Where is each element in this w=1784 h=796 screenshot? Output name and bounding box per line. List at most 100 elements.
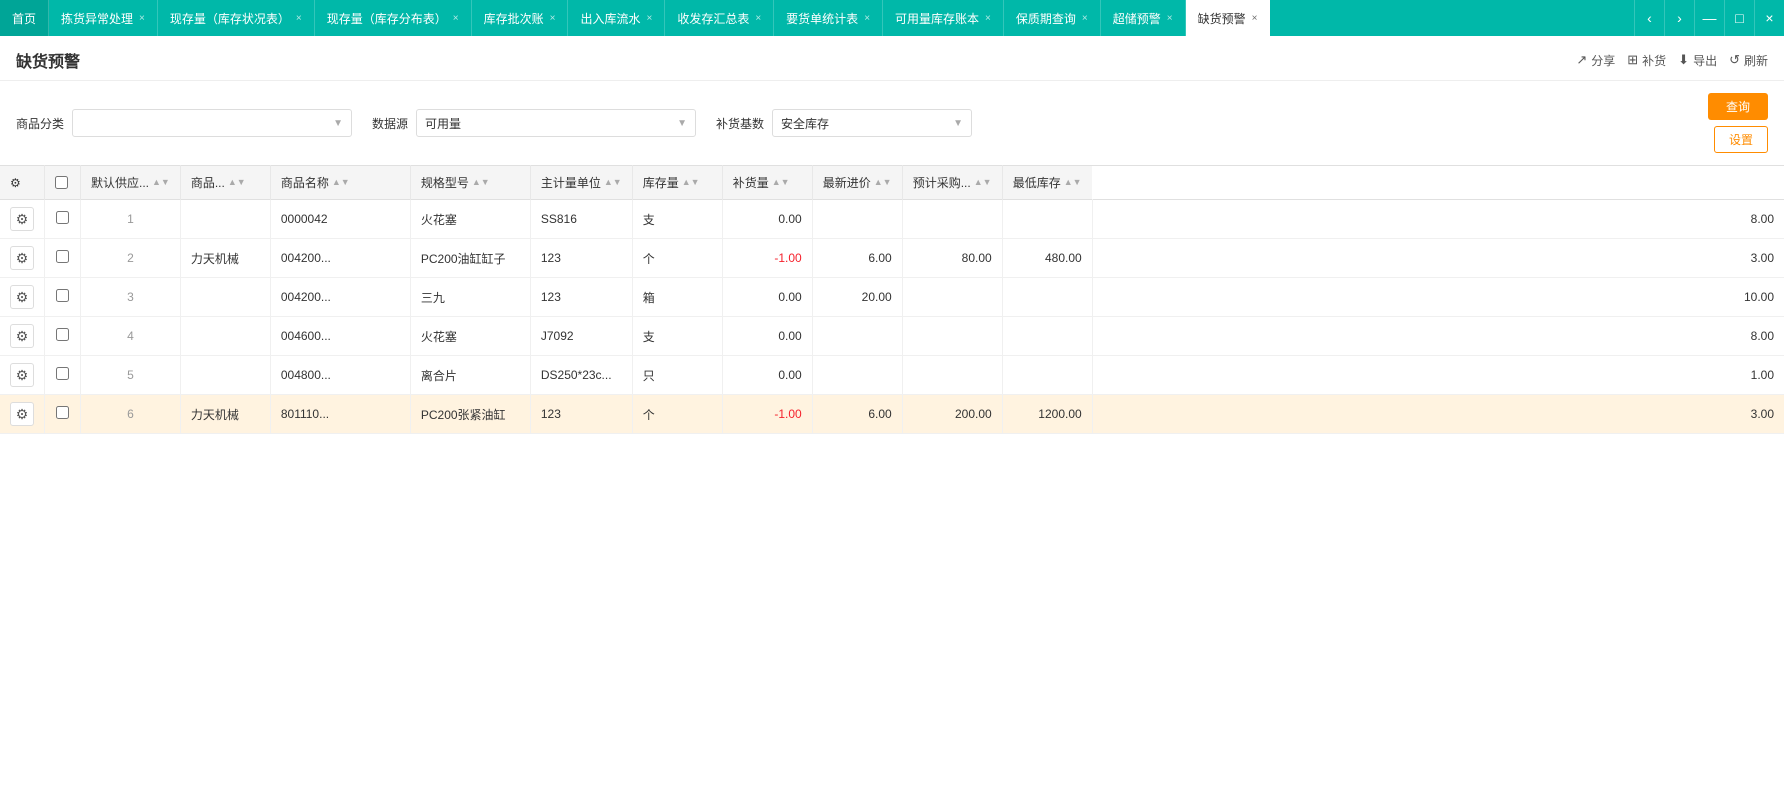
- spec-sort-icon[interactable]: ▲▼: [472, 178, 490, 187]
- nav-available-ledger[interactable]: 可用量库存账本 ×: [883, 0, 1004, 36]
- nav-home-label: 首页: [12, 10, 36, 27]
- nav-overstock-warning[interactable]: 超储预警 ×: [1101, 0, 1186, 36]
- row-est-purchase: 480.00: [1002, 239, 1092, 278]
- nav-abnormal[interactable]: 拣货异常处理 ×: [49, 0, 158, 36]
- page-header: 缺货预警 ↗ 分享 ⊞ 补货 ⬇ 导出 ↺ 刷新: [0, 36, 1784, 81]
- th-restock-qty[interactable]: 补货量 ▲▼: [722, 166, 812, 200]
- restock-qty-sort-icon[interactable]: ▲▼: [772, 178, 790, 187]
- goods-code-sort-icon[interactable]: ▲▼: [228, 178, 246, 187]
- th-goods-code[interactable]: 商品... ▲▼: [180, 166, 270, 200]
- row-checkbox-cell: [45, 200, 81, 239]
- th-supplier[interactable]: 默认供应... ▲▼: [81, 166, 181, 200]
- row-goods-name: 三九: [410, 278, 530, 317]
- replenishment-select[interactable]: 安全库存 ▼: [772, 109, 972, 137]
- th-spec[interactable]: 规格型号 ▲▼: [410, 166, 530, 200]
- row-goods-code: 0000042: [270, 200, 410, 239]
- stock-qty-sort-icon[interactable]: ▲▼: [682, 178, 700, 187]
- nav-available-ledger-close[interactable]: ×: [985, 13, 991, 24]
- row-checkbox[interactable]: [56, 289, 69, 302]
- row-unit: 箱: [632, 278, 722, 317]
- th-goods-name[interactable]: 商品名称 ▲▼: [270, 166, 410, 200]
- nav-prev-button[interactable]: ‹: [1634, 0, 1664, 36]
- nav-home[interactable]: 首页: [0, 0, 49, 36]
- row-checkbox-cell: [45, 395, 81, 434]
- nav-in-out-flow-close[interactable]: ×: [646, 13, 652, 24]
- th-unit[interactable]: 主计量单位 ▲▼: [530, 166, 632, 200]
- row-gear-icon[interactable]: ⚙: [10, 402, 34, 426]
- nav-inventory-status-close[interactable]: ×: [296, 13, 302, 24]
- unit-sort-icon[interactable]: ▲▼: [604, 178, 622, 187]
- nav-next-button[interactable]: ›: [1664, 0, 1694, 36]
- row-goods-code: 004200...: [270, 239, 410, 278]
- nav-recv-summary[interactable]: 收发存汇总表 ×: [665, 0, 774, 36]
- nav-abnormal-close[interactable]: ×: [139, 13, 145, 24]
- nav-order-stats-close[interactable]: ×: [864, 13, 870, 24]
- nav-expiry-query-close[interactable]: ×: [1082, 13, 1088, 24]
- query-button[interactable]: 查询: [1708, 93, 1768, 120]
- share-button[interactable]: ↗ 分享: [1576, 52, 1615, 69]
- table-container: ⚙ 默认供应... ▲▼: [0, 165, 1784, 434]
- restock-button[interactable]: ⊞ 补货: [1627, 52, 1666, 69]
- row-spec: 123: [530, 395, 632, 434]
- row-checkbox[interactable]: [56, 367, 69, 380]
- th-latest-price[interactable]: 最新进价 ▲▼: [812, 166, 902, 200]
- nav-in-out-flow[interactable]: 出入库流水 ×: [568, 0, 665, 36]
- nav-minimize-button[interactable]: —: [1694, 0, 1724, 36]
- datasource-select-arrow: ▼: [677, 118, 687, 129]
- th-restock-qty-label: 补货量: [733, 174, 769, 191]
- category-select[interactable]: ▼: [72, 109, 352, 137]
- row-num: 5: [81, 356, 181, 395]
- row-latest-price: [902, 317, 1002, 356]
- row-gear-icon[interactable]: ⚙: [10, 285, 34, 309]
- nav-inventory-dist[interactable]: 现存量（库存分布表） ×: [315, 0, 472, 36]
- nav-expiry-query-label: 保质期查询: [1016, 10, 1076, 27]
- datasource-select[interactable]: 可用量 ▼: [416, 109, 696, 137]
- nav-recv-summary-close[interactable]: ×: [755, 13, 761, 24]
- est-purchase-sort-icon[interactable]: ▲▼: [974, 178, 992, 187]
- supplier-sort-icon[interactable]: ▲▼: [152, 178, 170, 187]
- data-table: ⚙ 默认供应... ▲▼: [0, 165, 1784, 434]
- row-checkbox[interactable]: [56, 328, 69, 341]
- category-filter-label: 商品分类: [16, 115, 64, 132]
- nav-close-button[interactable]: ×: [1754, 0, 1784, 36]
- row-est-purchase: 1200.00: [1002, 395, 1092, 434]
- row-goods-code: 801110...: [270, 395, 410, 434]
- row-checkbox[interactable]: [56, 250, 69, 263]
- row-gear-icon[interactable]: ⚙: [10, 363, 34, 387]
- min-stock-sort-icon[interactable]: ▲▼: [1064, 178, 1082, 187]
- latest-price-sort-icon[interactable]: ▲▼: [874, 178, 892, 187]
- th-est-purchase[interactable]: 预计采购... ▲▼: [902, 166, 1002, 200]
- row-num: 3: [81, 278, 181, 317]
- navbar: 首页 拣货异常处理 × 现存量（库存状况表） × 现存量（库存分布表） × 库存…: [0, 0, 1784, 36]
- row-checkbox[interactable]: [56, 406, 69, 419]
- row-gear-icon[interactable]: ⚙: [10, 207, 34, 231]
- export-button[interactable]: ⬇ 导出: [1678, 52, 1717, 69]
- nav-overstock-warning-close[interactable]: ×: [1167, 13, 1173, 24]
- th-checkbox: [45, 166, 81, 200]
- th-min-stock[interactable]: 最低库存 ▲▼: [1002, 166, 1092, 200]
- nav-inventory-dist-close[interactable]: ×: [453, 13, 459, 24]
- refresh-button[interactable]: ↺ 刷新: [1729, 52, 1768, 69]
- row-checkbox[interactable]: [56, 211, 69, 224]
- row-supplier: [180, 278, 270, 317]
- row-latest-price: [902, 356, 1002, 395]
- nav-shortage-warning-close[interactable]: ×: [1252, 13, 1258, 24]
- row-latest-price: 200.00: [902, 395, 1002, 434]
- settings-button[interactable]: 设置: [1714, 126, 1768, 153]
- nav-batch-account[interactable]: 库存批次账 ×: [472, 0, 569, 36]
- nav-shortage-warning[interactable]: 缺货预警 ×: [1186, 0, 1271, 36]
- row-gear-cell: ⚙: [0, 200, 45, 239]
- nav-inventory-status[interactable]: 现存量（库存状况表） ×: [158, 0, 315, 36]
- row-gear-icon[interactable]: ⚙: [10, 246, 34, 270]
- th-stock-qty[interactable]: 库存量 ▲▼: [632, 166, 722, 200]
- settings-icon[interactable]: ⚙: [10, 176, 21, 190]
- goods-name-sort-icon[interactable]: ▲▼: [332, 178, 350, 187]
- nav-maximize-button[interactable]: □: [1724, 0, 1754, 36]
- nav-batch-account-close[interactable]: ×: [550, 13, 556, 24]
- select-all-checkbox[interactable]: [55, 176, 68, 189]
- nav-order-stats[interactable]: 要货单统计表 ×: [774, 0, 883, 36]
- restock-icon: ⊞: [1627, 52, 1638, 68]
- nav-expiry-query[interactable]: 保质期查询 ×: [1004, 0, 1101, 36]
- row-gear-icon[interactable]: ⚙: [10, 324, 34, 348]
- row-num: 4: [81, 317, 181, 356]
